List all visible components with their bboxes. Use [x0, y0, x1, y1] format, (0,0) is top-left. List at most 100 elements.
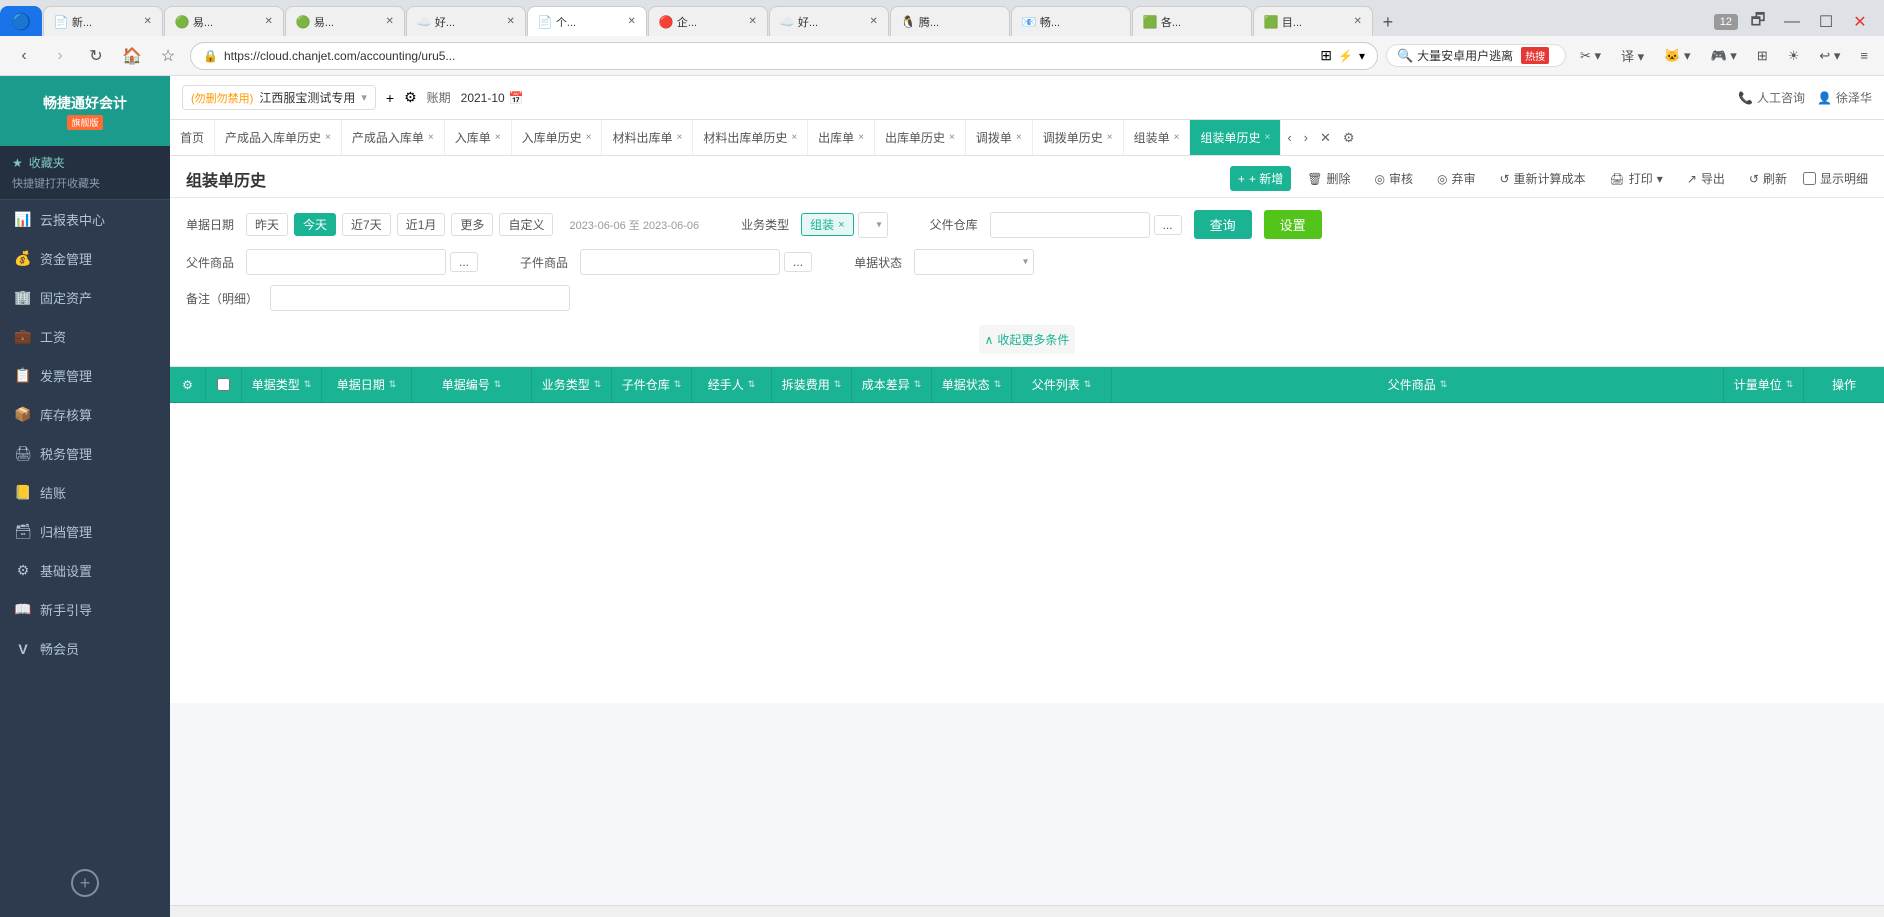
forward-btn[interactable]: › [46, 42, 74, 70]
sub-nav-settings[interactable]: ⚙ [1337, 130, 1361, 146]
sidebar-favorites[interactable]: ★ 收藏夹 快捷键打开收藏夹 [0, 146, 170, 200]
show-detail-input[interactable] [1803, 172, 1816, 185]
assemble-close[interactable]: × [1174, 132, 1180, 143]
mat-out-hist-close[interactable]: × [791, 132, 797, 143]
transfer-close[interactable]: × [1016, 132, 1022, 143]
home-btn[interactable]: 🏠 [118, 42, 146, 70]
parent-goods-input[interactable] [246, 249, 446, 275]
user-btn[interactable]: 👤 徐泽华 [1817, 89, 1872, 106]
new-btn[interactable]: + + 新增 [1230, 166, 1291, 191]
browser-tab-6[interactable]: 🔴 企... ✕ [648, 6, 768, 36]
maximize-btn[interactable]: ☐ [1812, 8, 1840, 36]
date-7days-btn[interactable]: 近7天 [342, 213, 391, 236]
tab-close-11[interactable]: ✕ [1354, 16, 1362, 27]
cut-btn[interactable]: ✂ ▾ [1574, 46, 1607, 66]
minimize-btn[interactable]: — [1778, 8, 1806, 36]
refresh-btn[interactable]: ↺ 刷新 [1741, 166, 1795, 191]
sub-tab-in[interactable]: 入库单 × [445, 120, 512, 156]
prod-in-close[interactable]: × [428, 132, 434, 143]
sub-tab-transfer-hist[interactable]: 调拨单历史 × [1033, 120, 1124, 156]
biztype-sort-icon[interactable]: ⇅ [594, 379, 602, 390]
browser-tab-2[interactable]: 🟢 易... ✕ [164, 6, 284, 36]
date-sort-icon[interactable]: ⇅ [389, 379, 397, 390]
date-custom-btn[interactable]: 自定义 [499, 213, 553, 236]
sidebar-add-btn[interactable]: + [0, 869, 170, 897]
browser-tab-8[interactable]: 🐧 腾... [890, 6, 1010, 36]
new-tab-button[interactable]: + [1374, 8, 1402, 36]
out-hist-close[interactable]: × [949, 132, 955, 143]
status-select[interactable] [914, 249, 1034, 275]
service-btn[interactable]: 📞 人工咨询 [1738, 89, 1805, 106]
date-today-btn[interactable]: 今天 [294, 213, 336, 236]
parent-goods-more-btn[interactable]: ... [450, 252, 478, 272]
in-hist-close[interactable]: × [586, 132, 592, 143]
close-window-btn[interactable]: ✕ [1846, 8, 1874, 36]
sub-tab-assemble[interactable]: 组装单 × [1124, 120, 1191, 156]
sub-nav-next[interactable]: › [1298, 130, 1314, 145]
browser-tab-logo[interactable]: 🔵 [0, 6, 42, 36]
transfer-hist-close[interactable]: × [1107, 132, 1113, 143]
tab-close-3[interactable]: ✕ [386, 16, 394, 27]
recalc-cost-btn[interactable]: ↺ 重新计算成本 [1491, 166, 1593, 191]
sidebar-item-invoice[interactable]: 📋 发票管理 [0, 356, 170, 395]
show-detail-checkbox[interactable]: 显示明细 [1803, 170, 1868, 187]
sidebar-logo[interactable]: 畅捷通好会计 旗舰版 [0, 76, 170, 146]
abandon-audit-btn[interactable]: ◎ 弃审 [1429, 166, 1484, 191]
tab-close-4[interactable]: ✕ [507, 16, 515, 27]
app-settings-btn[interactable]: ⚙ [404, 89, 417, 106]
sidebar-item-inventory[interactable]: 📦 库存核算 [0, 395, 170, 434]
child-goods-input[interactable] [580, 249, 780, 275]
audit-btn[interactable]: ◎ 审核 [1366, 166, 1421, 191]
sub-tab-mat-out[interactable]: 材料出库单 × [602, 120, 693, 156]
sub-tab-home[interactable]: 首页 [170, 120, 215, 156]
sidebar-item-settings[interactable]: ⚙ 基础设置 [0, 551, 170, 590]
biz-type-dropdown[interactable] [858, 212, 888, 238]
sidebar-item-tax[interactable]: 🖨 税务管理 [0, 434, 170, 473]
child-goods-more-btn[interactable]: ... [784, 252, 812, 272]
browser-tab-5[interactable]: 📄 个... ✕ [527, 6, 647, 36]
translate-btn[interactable]: 译 ▾ [1615, 44, 1650, 67]
restore-window-btn[interactable]: 🗗 [1744, 8, 1772, 36]
print-btn[interactable]: 🖨 打印 ▾ [1602, 166, 1671, 191]
company-selector[interactable]: (勿删勿禁用) 江西服宝测试专用 ▾ [182, 85, 376, 110]
in-close[interactable]: × [495, 132, 501, 143]
sidebar-item-member[interactable]: V 畅会员 [0, 629, 170, 668]
browser-tab-4[interactable]: ☁️ 好... ✕ [406, 6, 526, 36]
sub-tab-out-hist[interactable]: 出库单历史 × [875, 120, 966, 156]
sub-tab-prod-in-hist[interactable]: 产成品入库单历史 × [215, 120, 342, 156]
sidebar-item-assets[interactable]: 🏢 固定资产 [0, 278, 170, 317]
sidebar-item-guide[interactable]: 📖 新手引导 [0, 590, 170, 629]
mat-out-close[interactable]: × [676, 132, 682, 143]
tab-close-2[interactable]: ✕ [265, 16, 273, 27]
tab-close-7[interactable]: ✕ [870, 16, 878, 27]
sub-nav-close-all[interactable]: ✕ [1314, 130, 1337, 146]
sub-tab-assemble-hist[interactable]: 组装单历史 × [1190, 120, 1281, 156]
parent-warehouse-input[interactable] [990, 212, 1150, 238]
address-bar[interactable]: 🔒 https://cloud.chanjet.com/accounting/u… [190, 42, 1378, 70]
dismantle-sort-icon[interactable]: ⇅ [834, 379, 842, 390]
query-btn[interactable]: 查询 [1194, 210, 1252, 239]
emoji-btn[interactable]: 🐱 ▾ [1658, 46, 1696, 66]
collapse-btn[interactable]: ∧ 收起更多条件 [979, 325, 1076, 354]
parent-warehouse-more-btn[interactable]: ... [1154, 215, 1182, 235]
sub-tab-transfer[interactable]: 调拨单 × [966, 120, 1033, 156]
address-dropdown-icon[interactable]: ▾ [1359, 49, 1365, 63]
sub-nav-prev[interactable]: ‹ [1281, 130, 1297, 145]
calendar-icon[interactable]: 📅 [509, 91, 524, 105]
sub-tab-prod-in[interactable]: 产成品入库单 × [342, 120, 445, 156]
brightness-btn[interactable]: ☀ [1782, 46, 1806, 66]
biz-type-select[interactable] [858, 212, 888, 238]
tab-close-6[interactable]: ✕ [749, 16, 757, 27]
sidebar-item-archive[interactable]: 🗃 归档管理 [0, 512, 170, 551]
search-bar[interactable]: 🔍 大量安卓用户逃离 热搜 [1386, 44, 1566, 67]
menu-btn[interactable]: ≡ [1854, 46, 1874, 65]
sidebar-item-salary[interactable]: 💼 工资 [0, 317, 170, 356]
browser-tab-9[interactable]: 📧 畅... [1011, 6, 1131, 36]
status-sort-icon[interactable]: ⇅ [994, 379, 1002, 390]
date-1month-btn[interactable]: 近1月 [397, 213, 446, 236]
sub-tab-mat-out-hist[interactable]: 材料出库单历史 × [693, 120, 808, 156]
add-company-btn[interactable]: + [386, 90, 394, 106]
number-sort-icon[interactable]: ⇅ [494, 379, 502, 390]
sidebar-item-close[interactable]: 📒 结账 [0, 473, 170, 512]
reload-btn[interactable]: ↻ [82, 42, 110, 70]
